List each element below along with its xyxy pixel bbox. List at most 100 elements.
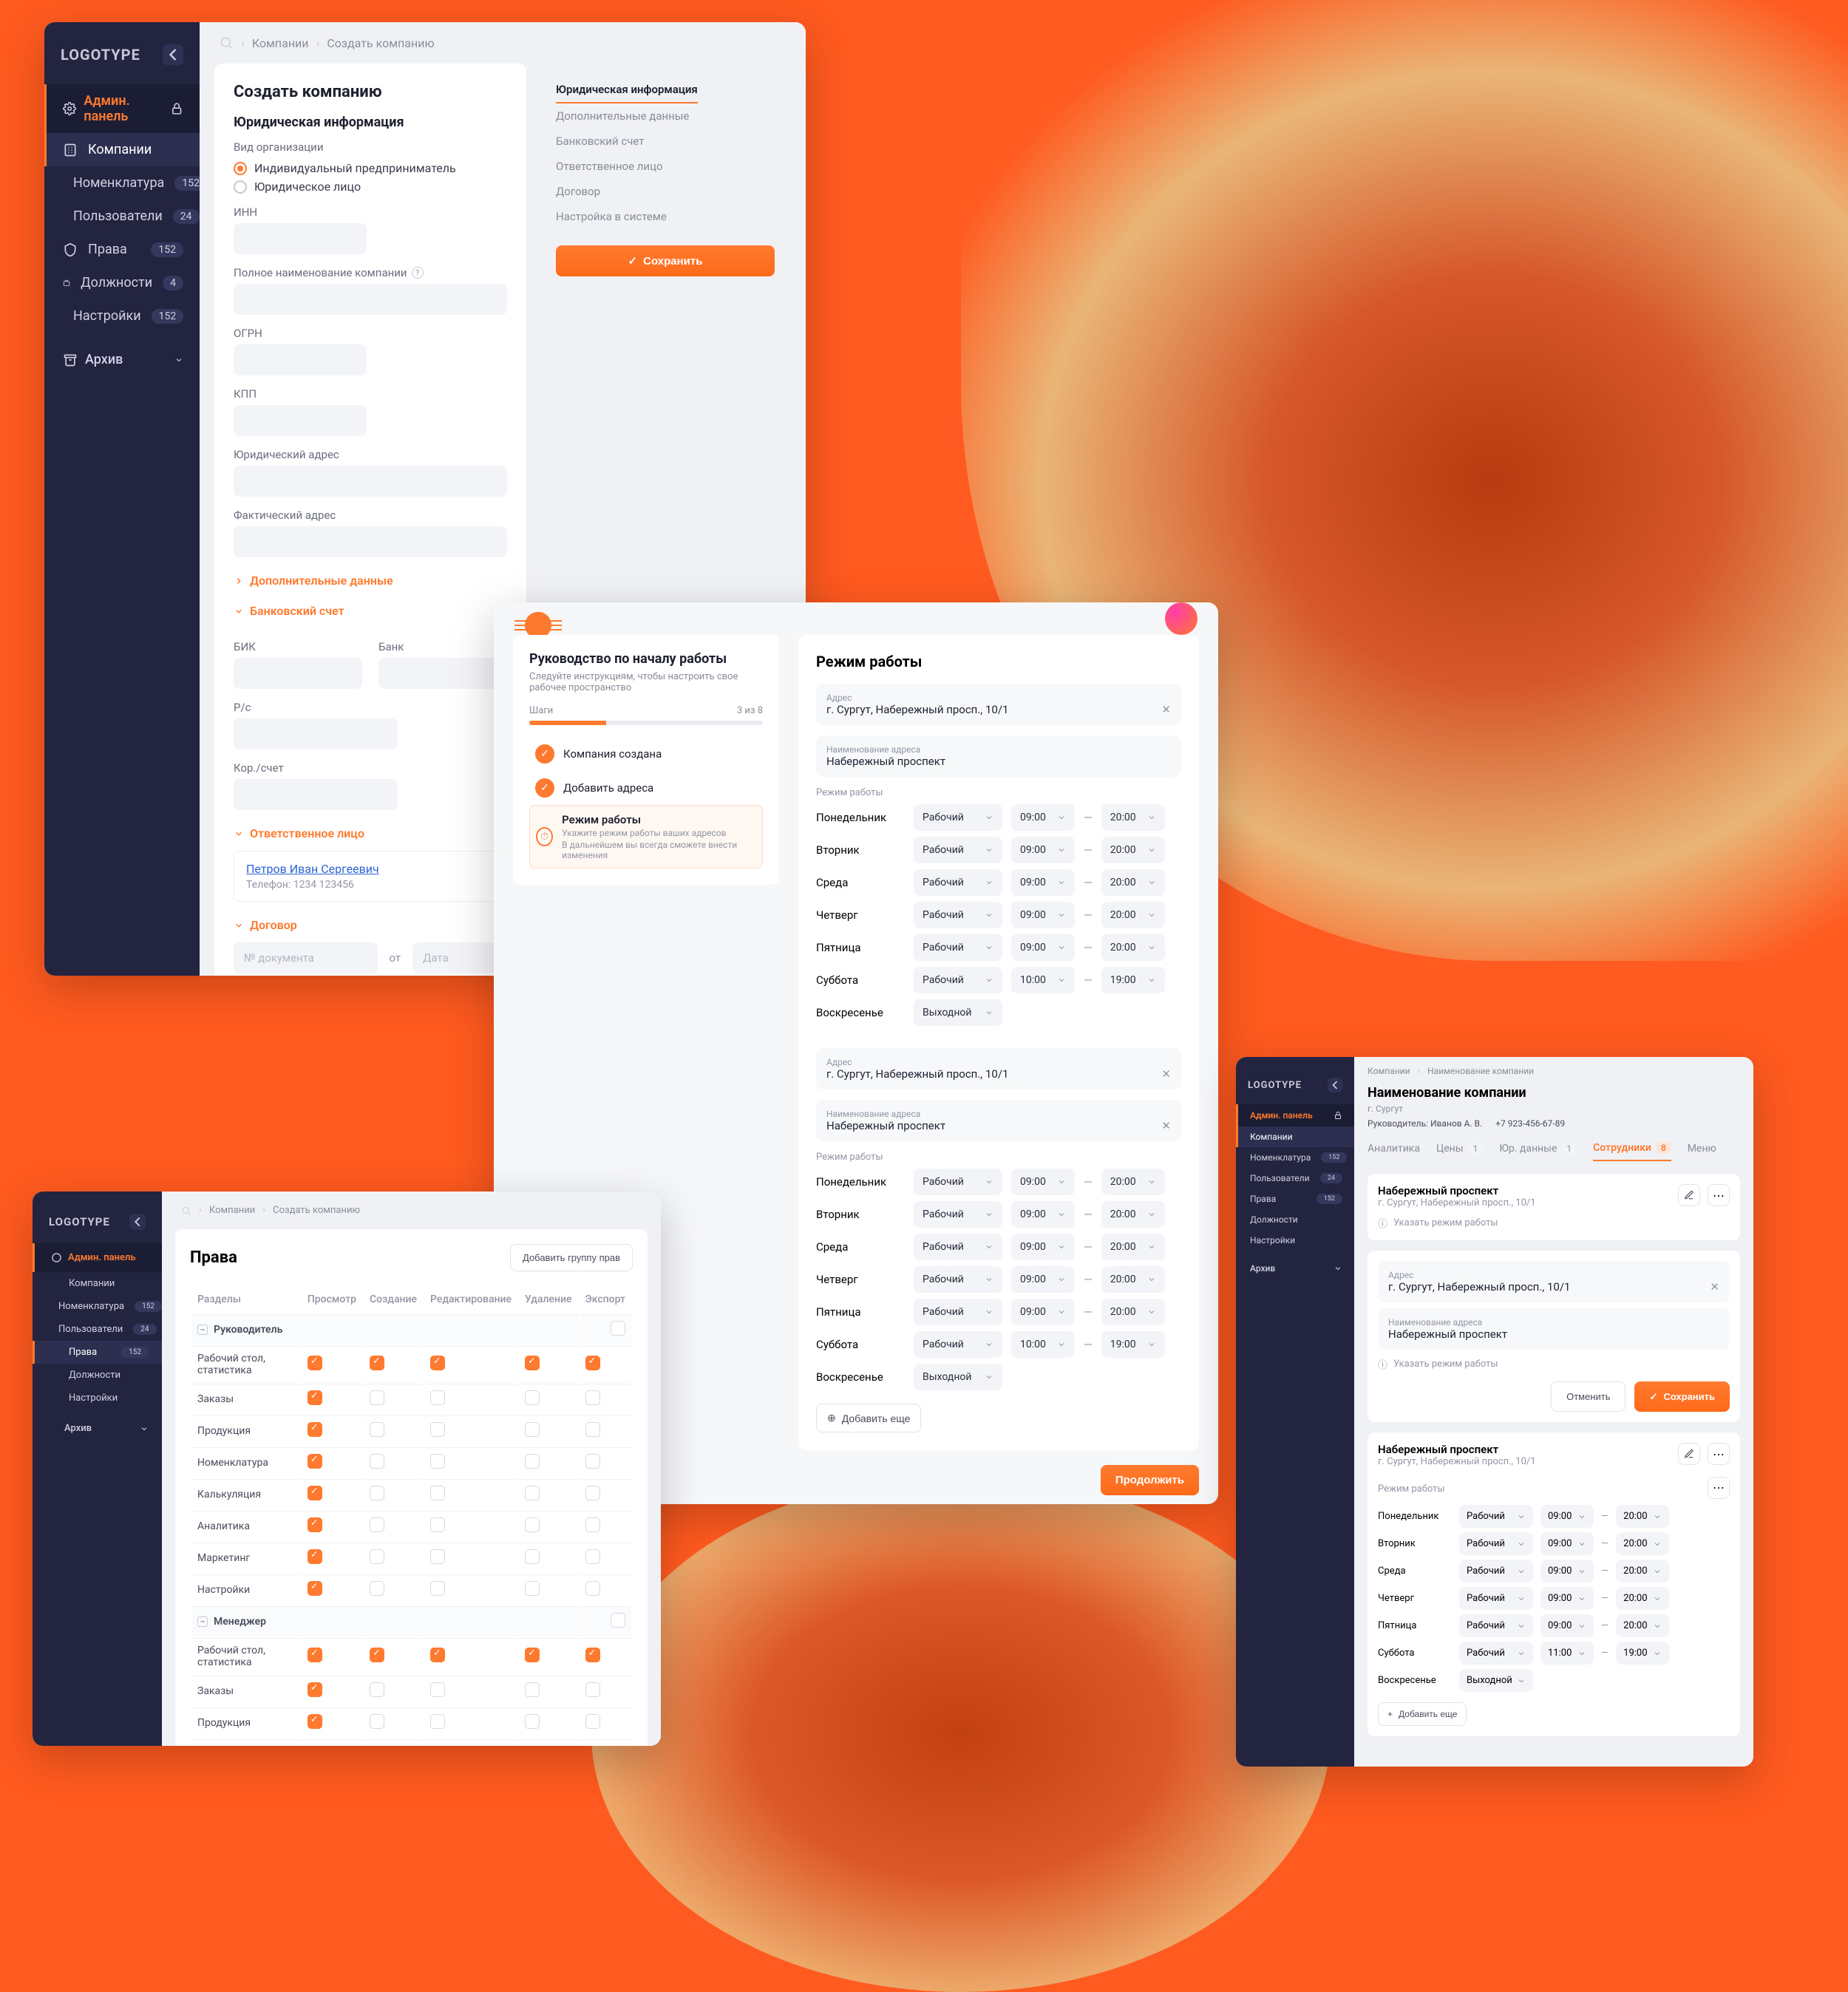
clear-address-button[interactable]: ✕ — [1710, 1280, 1719, 1294]
day-type-dropdown[interactable]: Рабочий — [914, 1201, 1002, 1228]
open-time-dropdown[interactable]: 09:00 — [1011, 837, 1075, 863]
checkbox[interactable] — [370, 1682, 384, 1697]
checkbox[interactable] — [430, 1454, 445, 1469]
checkbox[interactable] — [308, 1517, 322, 1532]
anchor-system[interactable]: Настройка в системе — [556, 204, 775, 229]
sidebar-item-companies[interactable]: Компании — [33, 1272, 162, 1295]
open-time-dropdown[interactable]: 09:00 — [1011, 1266, 1075, 1293]
day-type-dropdown[interactable]: Рабочий — [914, 934, 1002, 961]
day-type-dropdown[interactable]: Рабочий — [1459, 1587, 1533, 1610]
category-row[interactable]: −Руководитель — [191, 1314, 631, 1345]
save-button[interactable]: ✓ Сохранить — [556, 245, 775, 276]
checkbox[interactable] — [525, 1454, 540, 1469]
open-time-dropdown[interactable]: 09:00 — [1540, 1614, 1594, 1637]
sidebar-item-companies[interactable]: Компании — [1236, 1126, 1354, 1147]
input-ogrn[interactable] — [234, 344, 367, 375]
day-type-dropdown[interactable]: Рабочий — [914, 804, 1002, 831]
close-time-dropdown[interactable]: 20:00 — [1616, 1505, 1669, 1528]
anchor-bank[interactable]: Банковский счет — [556, 129, 775, 154]
input-bank[interactable] — [378, 658, 507, 689]
search-icon[interactable] — [181, 1206, 191, 1216]
input-rs[interactable] — [234, 718, 398, 749]
checkbox[interactable] — [370, 1390, 384, 1405]
cancel-button[interactable]: Отменить — [1551, 1381, 1626, 1412]
checkbox[interactable] — [430, 1390, 445, 1405]
sidebar-admin-header[interactable]: Админ. панель — [44, 84, 200, 133]
clear-addr-name-button[interactable]: ✕ — [1161, 1119, 1171, 1132]
open-time-dropdown[interactable]: 09:00 — [1011, 934, 1075, 961]
input-doc-date[interactable]: Дата — [412, 942, 507, 973]
sidebar-item-users[interactable]: Пользователи24 — [33, 1318, 162, 1341]
sidebar-item-nomenclature[interactable]: Номенклатура152 — [33, 1295, 162, 1318]
checkbox[interactable] — [370, 1454, 384, 1469]
sidebar-item-nomenclature[interactable]: Номенклатура152 — [1236, 1147, 1354, 1168]
radio-yur[interactable]: Юридическое лицо — [234, 180, 507, 194]
checkbox[interactable] — [611, 1613, 625, 1628]
checkbox[interactable] — [370, 1356, 384, 1370]
checkbox[interactable] — [585, 1422, 600, 1437]
sidebar-item-users[interactable]: Пользователи24 — [1236, 1168, 1354, 1189]
day-type-dropdown[interactable]: Выходной — [914, 999, 1002, 1026]
day-type-dropdown[interactable]: Рабочий — [914, 1266, 1002, 1293]
checkbox[interactable] — [430, 1422, 445, 1437]
checkbox[interactable] — [585, 1356, 600, 1370]
close-time-dropdown[interactable]: 20:00 — [1101, 1299, 1165, 1325]
user-avatar[interactable] — [1165, 602, 1198, 635]
day-type-dropdown[interactable]: Рабочий — [1459, 1532, 1533, 1555]
checkbox[interactable] — [370, 1486, 384, 1500]
anchor-contract[interactable]: Договор — [556, 179, 775, 204]
checkbox[interactable] — [308, 1549, 322, 1564]
close-time-dropdown[interactable]: 20:00 — [1616, 1532, 1669, 1555]
day-type-dropdown[interactable]: Рабочий — [1459, 1614, 1533, 1637]
day-type-dropdown[interactable]: Выходной — [1459, 1669, 1533, 1692]
step-1[interactable]: ✓ Компания создана — [529, 737, 763, 771]
open-time-dropdown[interactable]: 11:00 — [1540, 1642, 1594, 1665]
set-mode-hint[interactable]: ⓘ Указать режим работы — [1378, 1216, 1730, 1230]
close-time-dropdown[interactable]: 20:00 — [1101, 804, 1165, 831]
checkbox[interactable] — [308, 1422, 322, 1437]
anchor-legal[interactable]: Юридическая информация — [556, 77, 698, 103]
tab-legal[interactable]: Юр. данные1 — [1499, 1136, 1577, 1161]
section-extra[interactable]: Дополнительные данные — [234, 574, 507, 588]
close-time-dropdown[interactable]: 20:00 — [1101, 1266, 1165, 1293]
sidebar-item-positions[interactable]: Должности 4 — [44, 266, 200, 299]
checkbox[interactable] — [585, 1454, 600, 1469]
sidebar-item-companies[interactable]: Компании — [44, 133, 200, 166]
checkbox[interactable] — [585, 1517, 600, 1532]
close-time-dropdown[interactable]: 20:00 — [1101, 1169, 1165, 1195]
continue-button[interactable]: Продолжить — [1101, 1465, 1199, 1495]
sidebar-archive-header[interactable]: Архив — [33, 1417, 162, 1440]
set-mode-hint[interactable]: ⓘ Указать режим работы — [1378, 1357, 1730, 1371]
day-type-dropdown[interactable]: Рабочий — [914, 1331, 1002, 1358]
sidebar-item-rights[interactable]: Права 152 — [44, 233, 200, 266]
checkbox[interactable] — [525, 1682, 540, 1697]
checkbox[interactable] — [525, 1714, 540, 1729]
crumb-companies[interactable]: Компании — [1368, 1066, 1410, 1076]
open-time-dropdown[interactable]: 09:00 — [1011, 902, 1075, 928]
checkbox[interactable] — [430, 1486, 445, 1500]
sidebar-item-users[interactable]: Пользователи 24 — [44, 200, 200, 233]
checkbox[interactable] — [370, 1714, 384, 1729]
open-time-dropdown[interactable]: 09:00 — [1011, 1169, 1075, 1195]
close-time-dropdown[interactable]: 20:00 — [1616, 1560, 1669, 1583]
checkbox[interactable] — [525, 1549, 540, 1564]
checkbox[interactable] — [308, 1486, 322, 1500]
section-responsible[interactable]: Ответственное лицо — [234, 826, 507, 840]
checkbox[interactable] — [585, 1390, 600, 1405]
help-icon[interactable]: ? — [412, 267, 424, 279]
section-bank[interactable]: Банковский счет — [234, 604, 507, 618]
day-type-dropdown[interactable]: Рабочий — [914, 902, 1002, 928]
sidebar-item-settings[interactable]: Настройки — [33, 1387, 162, 1410]
checkbox[interactable] — [585, 1714, 600, 1729]
collapse-schedule-button[interactable]: ⋯ — [1708, 1477, 1730, 1499]
crumb-companies[interactable]: Компании — [209, 1205, 255, 1216]
checkbox[interactable] — [430, 1549, 445, 1564]
anchor-extra[interactable]: Дополнительные данные — [556, 103, 775, 129]
open-time-dropdown[interactable]: 09:00 — [1011, 1234, 1075, 1260]
sidebar-item-positions[interactable]: Должности — [1236, 1209, 1354, 1230]
close-time-dropdown[interactable]: 19:00 — [1101, 1331, 1165, 1358]
open-time-dropdown[interactable]: 09:00 — [1540, 1587, 1594, 1610]
sidebar-item-settings[interactable]: Настройки 152 — [44, 299, 200, 333]
checkbox[interactable] — [308, 1581, 322, 1596]
tab-menu[interactable]: Меню — [1688, 1136, 1716, 1161]
